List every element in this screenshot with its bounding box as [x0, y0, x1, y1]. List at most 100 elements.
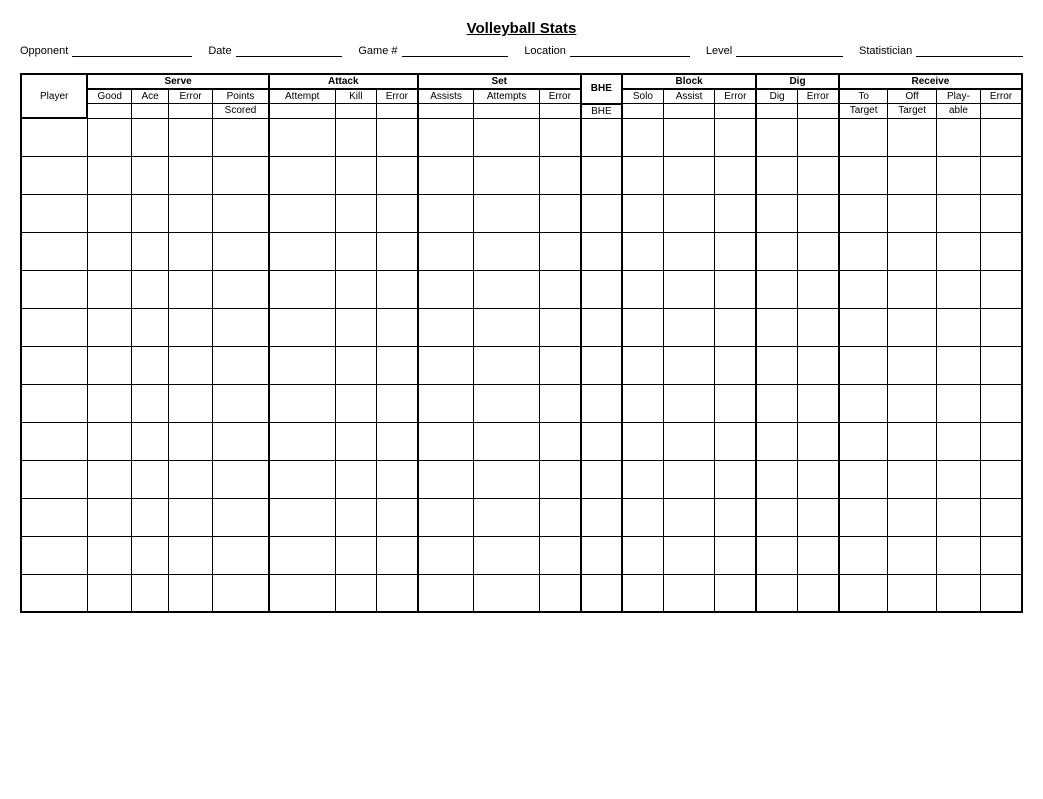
cell — [335, 308, 376, 346]
date-label: Date — [208, 45, 231, 57]
cell — [663, 270, 715, 308]
cell — [269, 460, 335, 498]
cell — [87, 194, 131, 232]
cell — [213, 498, 269, 536]
cell — [715, 232, 756, 270]
cell — [474, 384, 540, 422]
col-receive-target2: Target — [888, 104, 936, 119]
cell — [756, 270, 797, 308]
cell — [335, 118, 376, 156]
cell — [418, 346, 474, 384]
cell — [663, 384, 715, 422]
cell — [213, 270, 269, 308]
cell — [269, 194, 335, 232]
cell — [132, 536, 169, 574]
cell — [539, 118, 580, 156]
cell — [474, 422, 540, 460]
cell — [663, 498, 715, 536]
cell — [213, 118, 269, 156]
col-serve-scored: Scored — [213, 104, 269, 119]
cell — [418, 308, 474, 346]
cell — [21, 232, 87, 270]
cell — [335, 156, 376, 194]
cell — [663, 422, 715, 460]
cell — [376, 194, 417, 232]
cell — [839, 574, 888, 612]
page-title: Volleyball Stats — [20, 20, 1023, 37]
cell — [622, 422, 663, 460]
col-attack-error-2 — [376, 104, 417, 119]
cell — [756, 156, 797, 194]
cell — [269, 118, 335, 156]
cell — [888, 232, 936, 270]
cell — [539, 308, 580, 346]
cell — [376, 270, 417, 308]
col-serve-good: Good — [87, 89, 131, 104]
cell — [888, 384, 936, 422]
cell — [87, 536, 131, 574]
cell — [335, 270, 376, 308]
cell — [132, 232, 169, 270]
cell — [663, 232, 715, 270]
cell — [756, 384, 797, 422]
cell — [622, 308, 663, 346]
cell — [539, 194, 580, 232]
cell — [21, 346, 87, 384]
cell — [888, 346, 936, 384]
cell — [756, 460, 797, 498]
cell — [622, 384, 663, 422]
cell — [376, 498, 417, 536]
cell — [269, 156, 335, 194]
cell — [715, 384, 756, 422]
cell — [715, 270, 756, 308]
cell — [87, 156, 131, 194]
cell — [798, 498, 839, 536]
table-row — [21, 194, 1022, 232]
cell — [663, 346, 715, 384]
cell — [622, 346, 663, 384]
cell — [715, 460, 756, 498]
col-serve-ace-2 — [132, 104, 169, 119]
cell — [663, 308, 715, 346]
col-dig-error-2 — [798, 104, 839, 119]
cell — [418, 156, 474, 194]
cell — [581, 156, 622, 194]
cell — [839, 536, 888, 574]
cell — [798, 384, 839, 422]
cell — [581, 498, 622, 536]
col-set-assists-2 — [418, 104, 474, 119]
cell — [756, 422, 797, 460]
cell — [839, 156, 888, 194]
cell — [169, 460, 213, 498]
cell — [839, 118, 888, 156]
cell — [622, 574, 663, 612]
section-set: Set — [418, 74, 581, 89]
cell — [474, 118, 540, 156]
cell — [539, 384, 580, 422]
col-set-assists: Assists — [418, 89, 474, 104]
cell — [663, 156, 715, 194]
cell — [269, 536, 335, 574]
cell — [715, 118, 756, 156]
cell — [132, 574, 169, 612]
cell — [169, 194, 213, 232]
cell — [839, 384, 888, 422]
cell — [581, 194, 622, 232]
cell — [622, 118, 663, 156]
cell — [936, 232, 980, 270]
col-receive-error: Error — [981, 89, 1022, 104]
cell — [581, 384, 622, 422]
cell — [581, 232, 622, 270]
cell — [981, 574, 1022, 612]
cell — [335, 574, 376, 612]
cell — [376, 574, 417, 612]
cell — [418, 422, 474, 460]
cell — [335, 498, 376, 536]
col-receive-playable: Play- — [936, 89, 980, 104]
cell — [132, 118, 169, 156]
cell — [213, 346, 269, 384]
cell — [936, 346, 980, 384]
cell — [132, 194, 169, 232]
table-row — [21, 308, 1022, 346]
col-block-assist-2 — [663, 104, 715, 119]
